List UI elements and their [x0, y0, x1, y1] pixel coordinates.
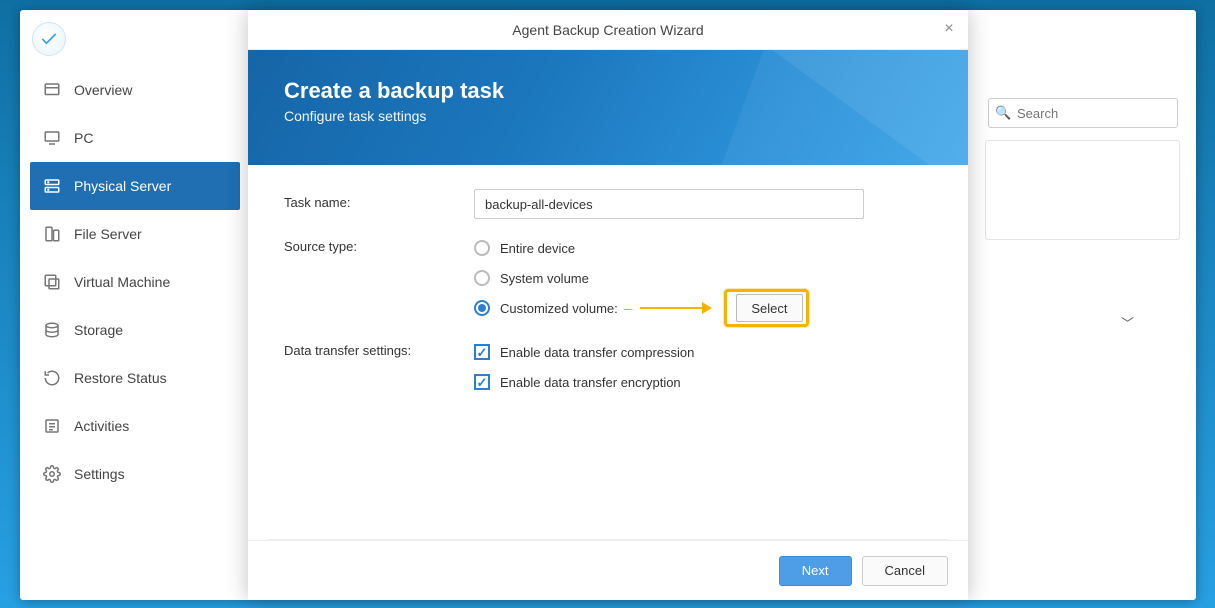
dialog-header: Create a backup task Configure task sett… — [248, 50, 968, 165]
sidebar-item-pc[interactable]: PC — [30, 114, 240, 162]
gear-icon — [42, 464, 62, 484]
wizard-dialog: Agent Backup Creation Wizard × Create a … — [248, 10, 968, 600]
sidebar-item-label: Settings — [74, 466, 125, 482]
radio-entire-device[interactable] — [474, 240, 490, 256]
sidebar-item-overview[interactable]: Overview — [30, 66, 240, 114]
radio-label-system-volume: System volume — [500, 271, 589, 286]
app-logo-icon — [32, 22, 66, 56]
task-name-input[interactable] — [474, 189, 864, 219]
label-data-transfer: Data transfer settings: — [284, 337, 474, 397]
label-source-type: Source type: — [284, 233, 474, 323]
radio-label-customized-volume: Customized volume: — [500, 301, 618, 316]
chevron-down-icon[interactable]: ﹀ — [1121, 313, 1134, 332]
checkbox-encryption[interactable] — [474, 374, 490, 390]
sidebar-item-settings[interactable]: Settings — [30, 450, 240, 498]
radio-label-entire-device: Entire device — [500, 241, 575, 256]
restore-icon — [42, 368, 62, 388]
dialog-title: Agent Backup Creation Wizard — [512, 22, 703, 38]
radio-customized-volume[interactable] — [474, 300, 490, 316]
sidebar-item-virtual-machine[interactable]: Virtual Machine — [30, 258, 240, 306]
sidebar-item-label: Virtual Machine — [74, 274, 170, 290]
sidebar-item-label: File Server — [74, 226, 142, 242]
dialog-body: Task name: Source type: Entire device Sy… — [248, 165, 968, 539]
checkbox-label-encryption: Enable data transfer encryption — [500, 375, 681, 390]
sidebar: Overview PC Physical Server File Server … — [30, 66, 240, 498]
annotation-highlight: Select — [724, 289, 808, 327]
sidebar-item-restore-status[interactable]: Restore Status — [30, 354, 240, 402]
sidebar-item-label: Restore Status — [74, 370, 167, 386]
sidebar-item-label: Activities — [74, 418, 129, 434]
sidebar-item-label: Physical Server — [74, 178, 171, 194]
header-title: Create a backup task — [284, 78, 932, 104]
storage-icon — [42, 320, 62, 340]
pc-icon — [42, 128, 62, 148]
sidebar-item-activities[interactable]: Activities — [30, 402, 240, 450]
annotation-dash: --- — [622, 301, 631, 316]
sidebar-item-file-server[interactable]: File Server — [30, 210, 240, 258]
dialog-titlebar: Agent Backup Creation Wizard × — [248, 10, 968, 50]
search-input[interactable] — [988, 98, 1178, 128]
close-icon[interactable]: × — [940, 20, 958, 38]
search-container: 🔍 — [988, 98, 1178, 128]
cancel-button[interactable]: Cancel — [862, 556, 948, 586]
dialog-footer: Next Cancel — [248, 540, 968, 600]
annotation-arrow-icon — [640, 307, 710, 309]
sidebar-item-label: Storage — [74, 322, 123, 338]
radio-system-volume[interactable] — [474, 270, 490, 286]
sidebar-item-label: Overview — [74, 82, 132, 98]
select-button[interactable]: Select — [736, 294, 802, 322]
vm-icon — [42, 272, 62, 292]
file-server-icon — [42, 224, 62, 244]
right-panel[interactable]: ﹀ — [985, 140, 1180, 240]
next-button[interactable]: Next — [779, 556, 852, 586]
checkbox-compression[interactable] — [474, 344, 490, 360]
search-icon: 🔍 — [995, 105, 1011, 121]
sidebar-item-label: PC — [74, 130, 93, 146]
activities-icon — [42, 416, 62, 436]
checkbox-label-compression: Enable data transfer compression — [500, 345, 694, 360]
overview-icon — [42, 80, 62, 100]
server-icon — [42, 176, 62, 196]
header-subtitle: Configure task settings — [284, 108, 932, 124]
label-task-name: Task name: — [284, 189, 474, 219]
sidebar-item-storage[interactable]: Storage — [30, 306, 240, 354]
sidebar-item-physical-server[interactable]: Physical Server — [30, 162, 240, 210]
